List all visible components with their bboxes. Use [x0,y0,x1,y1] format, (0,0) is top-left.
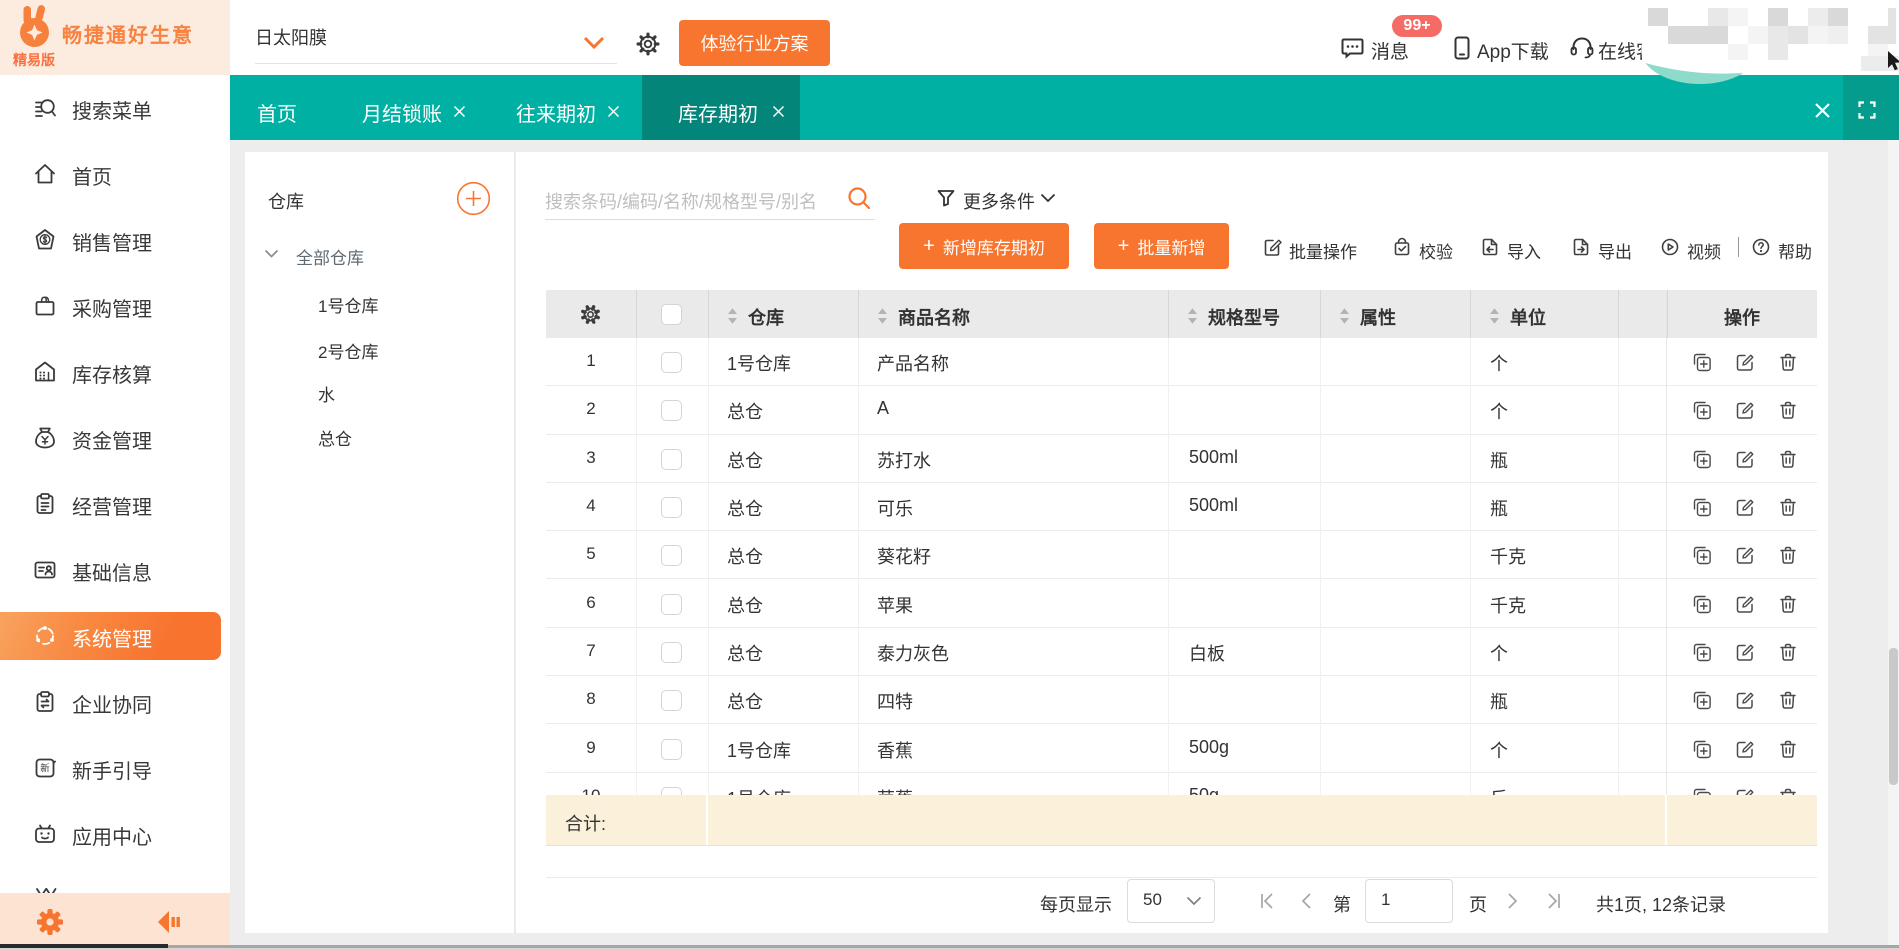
svg-text:新: 新 [40,763,50,775]
